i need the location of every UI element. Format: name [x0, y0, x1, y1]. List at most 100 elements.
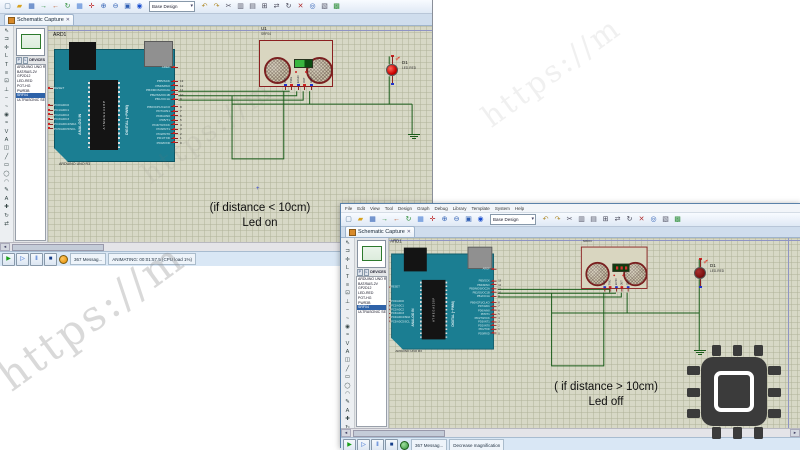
copy-icon[interactable]: ▥ [576, 214, 587, 225]
text-2d-icon[interactable]: A [1, 195, 12, 203]
selection-mode-icon[interactable]: ⇖ [1, 27, 12, 35]
library-button[interactable]: L [22, 56, 29, 64]
zoom-out-icon[interactable]: ⊖ [110, 1, 121, 12]
terminals-icon[interactable]: ⊥ [342, 298, 353, 306]
rotate-clockwise-icon[interactable]: ↻ [1, 212, 12, 220]
arduino-uno-component[interactable]: ARD1 ATMEGA328P ANALOG IN DIGITAL (~PWM)… [48, 26, 198, 176]
device-pins-icon[interactable]: − [1, 94, 12, 102]
led-component[interactable]: ➤➤ D1 LED-RED [378, 50, 432, 90]
selection-mode-icon[interactable]: ⇖ [342, 239, 353, 247]
scroll-thumb[interactable] [353, 429, 445, 437]
block-delete-icon[interactable]: ✕ [636, 214, 647, 225]
export-icon[interactable]: ← [50, 1, 61, 12]
menu-item[interactable]: Tool [385, 206, 393, 211]
graph-mode-icon[interactable]: ~ [1, 103, 12, 111]
origin-icon[interactable]: ✛ [86, 1, 97, 12]
origin-icon[interactable]: ✛ [427, 214, 438, 225]
wire-label-icon[interactable]: L [1, 52, 12, 60]
zoom-in-icon[interactable]: ⊕ [439, 214, 450, 225]
zoom-in-icon[interactable]: ⊕ [98, 1, 109, 12]
terminals-icon[interactable]: ⊥ [1, 86, 12, 94]
scroll-left-icon[interactable]: ◄ [341, 429, 351, 437]
component-mode-icon[interactable]: ⊐ [342, 247, 353, 255]
save-icon[interactable]: ▦ [367, 214, 378, 225]
device-list-item[interactable]: ULTRASONIC SEN [16, 98, 45, 103]
text-script-icon[interactable]: T [1, 61, 12, 69]
grid-icon[interactable]: ▦ [74, 1, 85, 12]
redo-icon[interactable]: ↷ [211, 1, 222, 12]
step-button[interactable]: ▷ [357, 438, 370, 450]
box-2d-icon[interactable]: ▭ [1, 161, 12, 169]
menu-item[interactable]: File [345, 206, 352, 211]
voltage-probe-icon[interactable]: V [1, 128, 12, 136]
block-delete-icon[interactable]: ✕ [295, 1, 306, 12]
virtual-instruments-icon[interactable]: ◫ [1, 144, 12, 152]
box-2d-icon[interactable]: ▭ [342, 373, 353, 381]
undo-icon[interactable]: ↶ [199, 1, 210, 12]
text-2d-icon[interactable]: A [342, 407, 353, 415]
arduino-uno-component[interactable]: ARD1 ATMEGA328P ANALOG IN DIGITAL (~PWM)… [389, 238, 514, 362]
search-icon[interactable]: ◎ [648, 214, 659, 225]
menu-item[interactable]: Template [472, 206, 490, 211]
menu-item[interactable]: Design [398, 206, 412, 211]
library-button[interactable]: L [363, 268, 370, 276]
led-component[interactable]: ➤➤ D1 LED-RED [686, 253, 746, 293]
tape-recorder-icon[interactable]: ◉ [1, 111, 12, 119]
design-explorer-icon[interactable]: ▩ [672, 214, 683, 225]
play-button[interactable]: ▶ [343, 438, 356, 450]
sheet-selector-dropdown[interactable]: Base Design [490, 214, 536, 225]
arc-2d-icon[interactable]: ◠ [342, 390, 353, 398]
scroll-thumb[interactable] [12, 243, 104, 251]
design-explorer-icon[interactable]: ▩ [331, 1, 342, 12]
redraw-icon[interactable]: ↻ [62, 1, 73, 12]
device-list-item[interactable]: ULTRASONIC SEN [357, 310, 386, 315]
text-script-icon[interactable]: T [342, 273, 353, 281]
wire-label-icon[interactable]: L [342, 264, 353, 272]
proteus-logo-icon[interactable]: ◉ [475, 214, 486, 225]
generator-mode-icon[interactable]: ≈ [342, 331, 353, 339]
search-icon[interactable]: ◎ [307, 1, 318, 12]
tab-close-icon[interactable]: ✕ [66, 17, 70, 23]
menu-item[interactable]: System [495, 206, 510, 211]
block-rotate-icon[interactable]: ↻ [624, 214, 635, 225]
devices-list[interactable]: ARDUINO UNO R3 BAT/BAS-2V GP2D12 LED-RED POT… [356, 276, 387, 427]
virtual-instruments-icon[interactable]: ◫ [342, 356, 353, 364]
scroll-left-icon[interactable]: ◄ [0, 243, 10, 251]
mirror-icon[interactable]: ⇄ [1, 220, 12, 228]
proteus-logo-icon[interactable]: ◉ [134, 1, 145, 12]
circle-2d-icon[interactable]: ◯ [1, 170, 12, 178]
buses-icon[interactable]: ≡ [342, 281, 353, 289]
stop-button[interactable]: ■ [44, 252, 57, 266]
junction-dot-icon[interactable]: ✛ [1, 44, 12, 52]
cut-icon[interactable]: ✂ [564, 214, 575, 225]
current-probe-icon[interactable]: A [1, 136, 12, 144]
sheet-selector-dropdown[interactable]: Base Design [149, 1, 195, 12]
block-move-icon[interactable]: ⇄ [612, 214, 623, 225]
grid-icon[interactable]: ▦ [415, 214, 426, 225]
menu-item[interactable]: Graph [417, 206, 430, 211]
win2-horizontal-scrollbar[interactable]: ◄ ► [341, 428, 800, 437]
pick-devices-button[interactable]: P [16, 56, 22, 64]
circle-2d-icon[interactable]: ◯ [342, 382, 353, 390]
line-2d-icon[interactable]: ╱ [1, 153, 12, 161]
line-2d-icon[interactable]: ╱ [342, 365, 353, 373]
symbol-2d-icon[interactable]: ✚ [342, 415, 353, 423]
ultrasonic-sensor-component[interactable]: U1 SRF04 VCC [259, 26, 339, 98]
buses-icon[interactable]: ≡ [1, 69, 12, 77]
block-copy-icon[interactable]: ⊞ [600, 214, 611, 225]
device-list-item[interactable]: ARDUINO UNO R3 [357, 277, 386, 282]
import-icon[interactable]: → [379, 214, 390, 225]
pause-button[interactable]: ‖ [371, 438, 384, 450]
pick-devices-button[interactable]: P [357, 268, 363, 276]
stop-button[interactable]: ■ [385, 438, 398, 450]
redraw-icon[interactable]: ↻ [403, 214, 414, 225]
menu-item[interactable]: View [370, 206, 380, 211]
undo-icon[interactable]: ↶ [540, 214, 551, 225]
menu-item[interactable]: Edit [357, 206, 365, 211]
subcircuit-icon[interactable]: ⊡ [1, 77, 12, 85]
import-icon[interactable]: → [38, 1, 49, 12]
zoom-out-icon[interactable]: ⊖ [451, 214, 462, 225]
junction-dot-icon[interactable]: ✛ [342, 256, 353, 264]
arc-2d-icon[interactable]: ◠ [1, 178, 12, 186]
open-folder-icon[interactable]: ▰ [355, 214, 366, 225]
